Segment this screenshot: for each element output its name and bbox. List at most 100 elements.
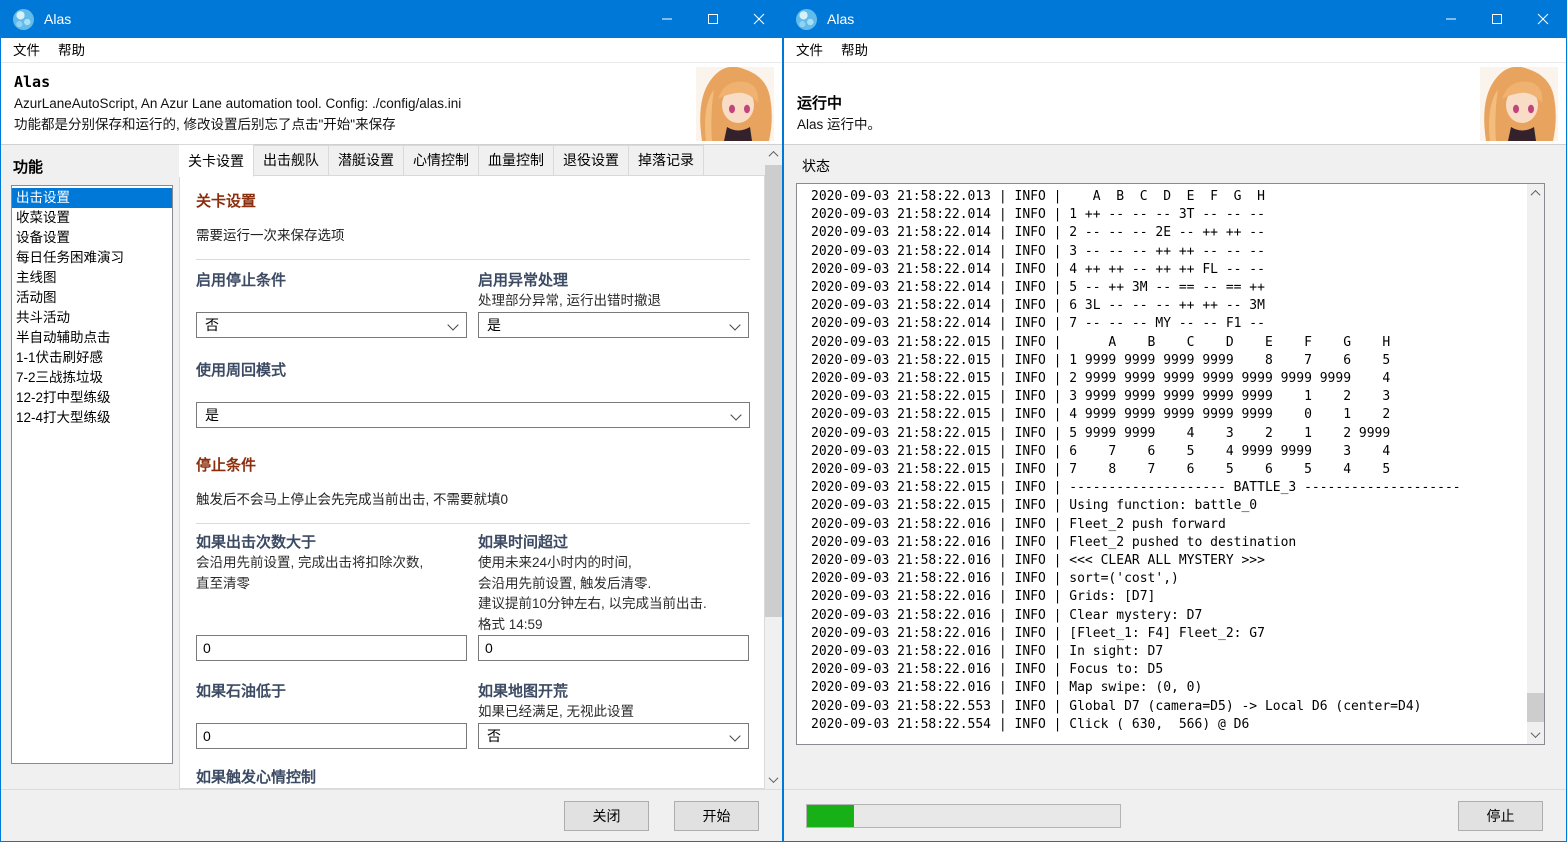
- log-line: 2020-09-03 21:58:22.016 | INFO | Grids: …: [811, 589, 1156, 605]
- alas-logo-icon: [13, 8, 34, 30]
- runner-body: 状态 2020-09-03 21:58:22.013 | INFO | A B …: [784, 145, 1566, 789]
- log-line: 2020-09-03 21:58:22.015 | INFO | 1 9999 …: [811, 352, 1391, 368]
- start-button[interactable]: 开始: [674, 800, 759, 831]
- progress-bar: [806, 803, 1121, 828]
- sidebar-item[interactable]: 主线图: [12, 268, 172, 288]
- left-footer: 关闭 开始: [1, 789, 782, 841]
- log-line: 2020-09-03 21:58:22.016 | INFO | Fleet_2…: [811, 516, 1226, 532]
- log-line: 2020-09-03 21:58:22.015 | INFO | 3 9999 …: [811, 389, 1391, 405]
- left-scrollbar[interactable]: [765, 145, 782, 789]
- field-desc-if-count: 会沿用先前设置, 完成出击将扣除次数, 直至清零: [196, 555, 424, 591]
- function-listbox[interactable]: 出击设置 收菜设置 设备设置 每日任务困难演习 主线图 活动图 共斗活动 半自动辅助点击 1-1…: [11, 185, 173, 764]
- field-label-enable-exception: 启用异常处理: [478, 272, 569, 289]
- log-line: 2020-09-03 21:58:22.014 | INFO | 7 -- --…: [811, 316, 1265, 332]
- close-button[interactable]: [1520, 0, 1566, 38]
- settings-body: 功能 出击设置 收菜设置 设备设置 每日任务困难演习 主线图 活动图 共斗活动 半自动辅助点击…: [1, 144, 782, 789]
- log-line: 2020-09-03 21:58:22.016 | INFO | In sigh…: [811, 644, 1164, 660]
- menu-help[interactable]: 帮助: [832, 38, 877, 63]
- divider: [196, 523, 750, 524]
- use-loop-value: 是: [205, 407, 219, 423]
- log-line: 2020-09-03 21:58:22.016 | INFO | Map swi…: [811, 680, 1203, 696]
- log-line: 2020-09-03 21:58:22.015 | INFO | Using f…: [811, 498, 1258, 514]
- runner-window: Alas 文件 帮助 运行中 Alas 运行中。 状态 2020-09-03 2…: [783, 0, 1567, 842]
- log-line: 2020-09-03 21:58:22.016 | INFO | Clear m…: [811, 607, 1203, 623]
- enable-exception-select[interactable]: 是: [478, 312, 749, 338]
- minimize-button[interactable]: [1428, 0, 1474, 38]
- scrollbar-thumb[interactable]: [765, 165, 782, 617]
- maximize-icon: [708, 14, 718, 24]
- log-line: 2020-09-03 21:58:22.015 | INFO | 2 9999 …: [811, 371, 1391, 387]
- enable-stop-value: 否: [205, 317, 219, 333]
- close-app-button[interactable]: 关闭: [564, 800, 649, 831]
- maximize-button[interactable]: [1474, 0, 1520, 38]
- tab[interactable]: 掉落记录: [629, 145, 704, 176]
- chevron-down-icon: [729, 319, 741, 331]
- settings-content: 关卡设置 出击舰队 潜艇设置 心情控制 血量控制 退役设置 掉落记录 关卡设置 需要运行一次…: [179, 144, 765, 789]
- enable-stop-select[interactable]: 否: [196, 312, 467, 338]
- field-desc-if-time: 使用未来24小时内的时间, 会沿用先前设置, 触发后清零. 建议提前10分钟左右…: [478, 555, 707, 632]
- log-line: 2020-09-03 21:58:22.014 | INFO | 1 ++ --…: [811, 207, 1265, 223]
- runner-header: 运行中 Alas 运行中。: [784, 63, 1566, 145]
- divider: [196, 259, 750, 260]
- scroll-up-icon[interactable]: [1527, 185, 1544, 202]
- tab[interactable]: 血量控制: [479, 145, 554, 176]
- menu-help[interactable]: 帮助: [49, 38, 94, 63]
- scroll-up-icon[interactable]: [765, 146, 782, 163]
- stop-button[interactable]: 停止: [1458, 800, 1543, 831]
- field-label-if-emotion: 如果触发心情控制: [196, 769, 317, 786]
- menubar: 文件 帮助: [1, 38, 782, 63]
- if-count-input[interactable]: [196, 635, 467, 661]
- sidebar-item[interactable]: 1-1伏击刷好感: [12, 348, 172, 368]
- if-oil-input[interactable]: [196, 723, 467, 749]
- tab[interactable]: 关卡设置: [179, 144, 254, 177]
- log-line: 2020-09-03 21:58:22.554 | INFO | Click (…: [811, 716, 1250, 732]
- use-loop-select[interactable]: 是: [196, 402, 750, 428]
- log-line: 2020-09-03 21:58:22.015 | INFO | 7 8 7 6…: [811, 462, 1391, 478]
- menu-file[interactable]: 文件: [4, 38, 49, 63]
- minimize-button[interactable]: [644, 0, 690, 38]
- menu-file[interactable]: 文件: [787, 38, 832, 63]
- status-label: 状态: [802, 158, 830, 174]
- field-label-use-loop: 使用周回模式: [196, 362, 287, 379]
- maximize-button[interactable]: [690, 0, 736, 38]
- close-icon: [1537, 13, 1549, 25]
- sidebar-item[interactable]: 半自动辅助点击: [12, 328, 172, 348]
- titlebar[interactable]: Alas: [1, 0, 782, 38]
- if-time-input[interactable]: [478, 635, 749, 661]
- tab[interactable]: 心情控制: [404, 145, 479, 176]
- titlebar[interactable]: Alas: [784, 0, 1566, 38]
- log-line: 2020-09-03 21:58:22.016 | INFO | Fleet_2…: [811, 534, 1297, 550]
- sidebar-item[interactable]: 每日任务困难演习: [12, 248, 172, 268]
- field-label-if-map: 如果地图开荒: [478, 683, 569, 700]
- if-map-select[interactable]: 否: [478, 723, 749, 749]
- field-desc-empty: [196, 702, 467, 723]
- log-line: 2020-09-03 21:58:22.015 | INFO | -------…: [811, 480, 1461, 496]
- close-button[interactable]: [736, 0, 782, 38]
- tab[interactable]: 出击舰队: [254, 145, 329, 176]
- scrollbar-thumb[interactable]: [1527, 693, 1544, 722]
- tab[interactable]: 潜艇设置: [329, 145, 404, 176]
- scroll-down-icon[interactable]: [1527, 726, 1544, 743]
- sidebar-item[interactable]: 出击设置: [12, 188, 172, 208]
- log-line: 2020-09-03 21:58:22.014 | INFO | 6 3L --…: [811, 298, 1265, 314]
- app-header: Alas AzurLaneAutoScript, An Azur Lane au…: [1, 63, 782, 145]
- menubar: 文件 帮助: [784, 38, 1566, 63]
- sidebar-item[interactable]: 共斗活动: [12, 308, 172, 328]
- tab[interactable]: 退役设置: [554, 145, 629, 176]
- section-title: 停止条件: [196, 457, 257, 474]
- if-map-value: 否: [487, 728, 501, 744]
- sidebar-item[interactable]: 收菜设置: [12, 208, 172, 228]
- section-title: 关卡设置: [196, 193, 257, 210]
- sidebar-item[interactable]: 活动图: [12, 288, 172, 308]
- sidebar-item[interactable]: 12-4打大型练级: [12, 408, 172, 428]
- log-line: 2020-09-03 21:58:22.016 | INFO | sort=('…: [811, 571, 1179, 587]
- maximize-icon: [1492, 14, 1502, 24]
- log-output[interactable]: 2020-09-03 21:58:22.013 | INFO | A B C D…: [796, 183, 1545, 745]
- scroll-down-icon[interactable]: [765, 771, 782, 788]
- sidebar-item[interactable]: 12-2打中型练级: [12, 388, 172, 408]
- log-scrollbar[interactable]: [1527, 184, 1544, 744]
- field-label-if-count: 如果出击次数大于: [196, 534, 317, 551]
- sidebar-item[interactable]: 设备设置: [12, 228, 172, 248]
- sidebar-item[interactable]: 7-2三战拣垃圾: [12, 368, 172, 388]
- field-desc-empty: [196, 381, 750, 402]
